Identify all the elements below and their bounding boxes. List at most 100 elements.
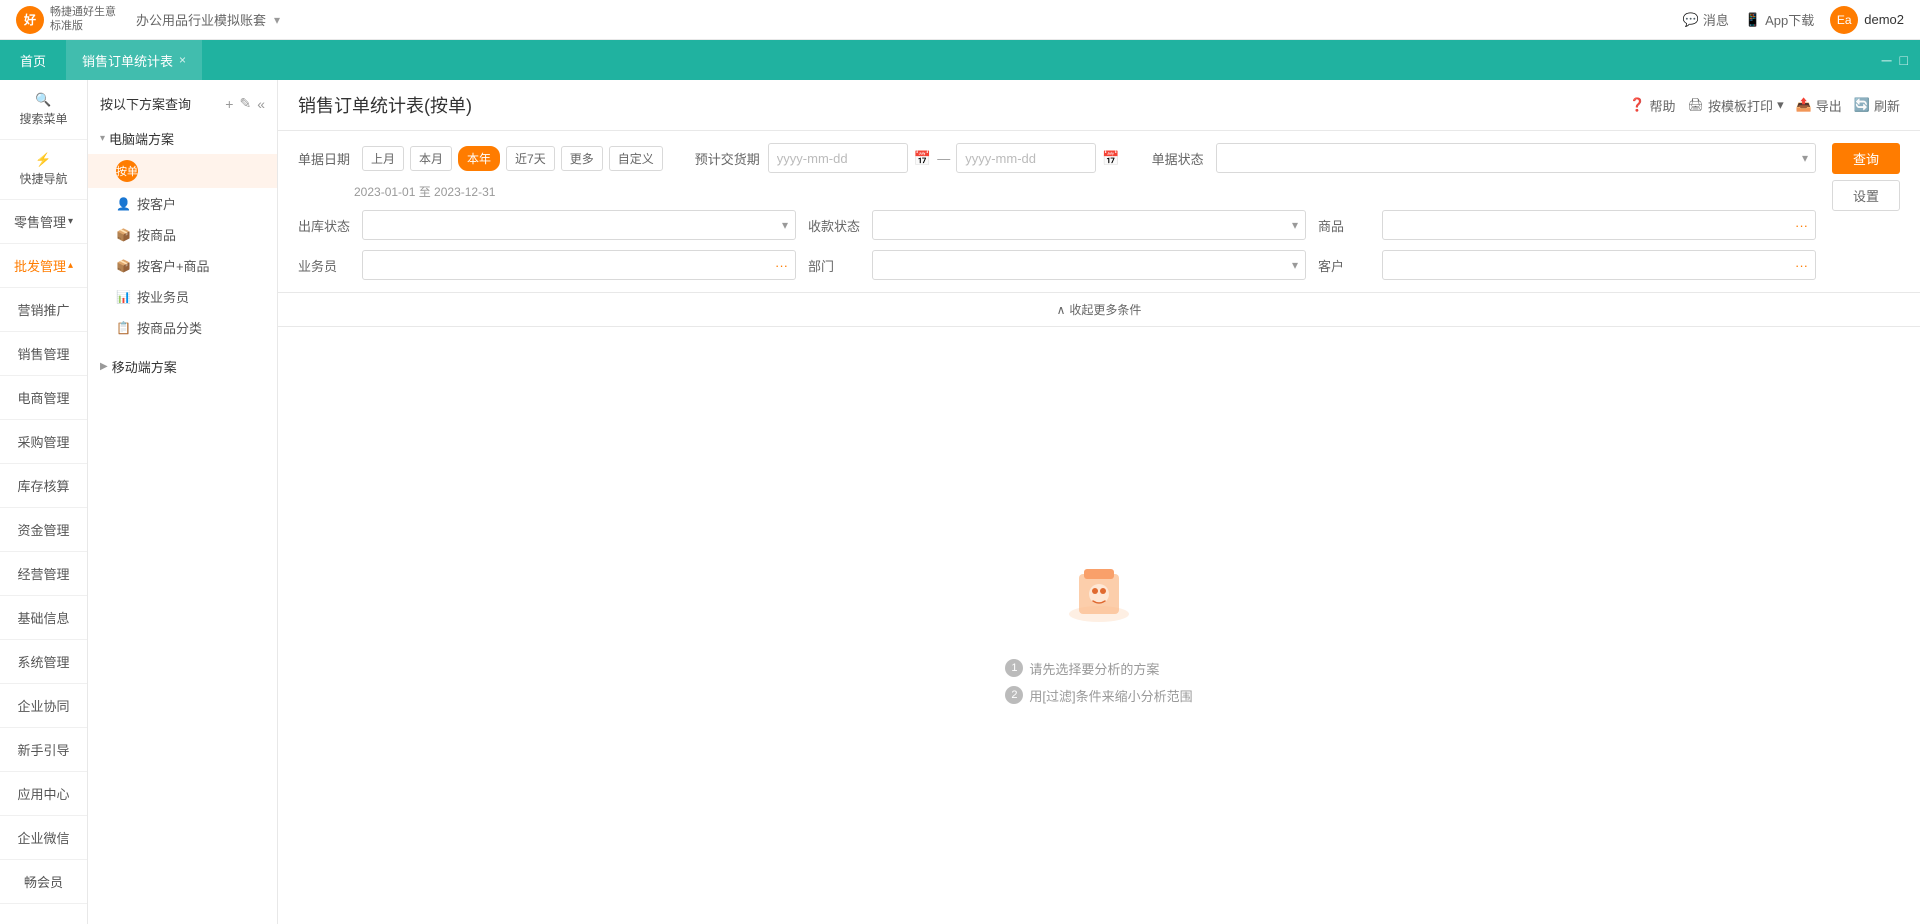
tree-child-by-customer-goods[interactable]: 📦 按客户+商品 — [88, 250, 277, 281]
sidebar-item-member[interactable]: 畅会员 — [0, 860, 87, 904]
status-select[interactable] — [1216, 143, 1816, 173]
goods-ellipsis[interactable]: ··· — [1795, 218, 1808, 233]
page-header: 销售订单统计表(按单) ❓ 帮助 🖨 按模板打印 ▾ 📤 导出 — [278, 80, 1920, 131]
tree-child-by-goods[interactable]: 📦 按商品 — [88, 219, 277, 250]
expected-date-start[interactable] — [768, 143, 908, 173]
date-start-icon: 📅 — [914, 150, 931, 167]
sidebar-item-enterprise-wechat[interactable]: 企业微信 — [0, 816, 87, 860]
sidebar-item-operations[interactable]: 经营管理 — [0, 552, 87, 596]
sidebar-item-wholesale[interactable]: 批发管理 ▴ — [0, 244, 87, 288]
date-btn-custom[interactable]: 自定义 — [609, 146, 663, 171]
sidebar-item-basic-info[interactable]: 基础信息 — [0, 596, 87, 640]
sidebar-item-sales[interactable]: 销售管理 — [0, 332, 87, 376]
tree-parent-desktop[interactable]: ▾ 电脑端方案 — [88, 123, 277, 154]
refresh-icon: 🔄 — [1854, 97, 1870, 113]
sidebar-item-app-center[interactable]: 应用中心 — [0, 772, 87, 816]
staff-scheme-icon: 📊 — [116, 290, 131, 304]
subtitle-arrow[interactable]: ▾ — [274, 13, 280, 27]
sidebar-item-retail[interactable]: 零售管理 ▾ — [0, 200, 87, 244]
add-scheme-icon[interactable]: + — [225, 96, 233, 112]
sidebar-item-finance[interactable]: 资金管理 — [0, 508, 87, 552]
collapse-bar[interactable]: ∧ 收起更多条件 — [278, 293, 1920, 327]
tabbar: 首页 销售订单统计表 × ─ □ — [0, 40, 1920, 80]
tab-home[interactable]: 首页 — [0, 40, 66, 80]
staff-input[interactable] — [362, 250, 796, 280]
staff-ellipsis[interactable]: ··· — [775, 258, 788, 273]
print-button[interactable]: 🖨 按模板打印 ▾ — [1688, 96, 1784, 115]
left-panel-actions: + ✎ « — [225, 95, 265, 112]
receipt-select[interactable] — [872, 210, 1306, 240]
empty-step-2: 2 用[过滤]条件来缩小分析范围 — [1005, 686, 1192, 705]
collapse-panel-icon[interactable]: « — [257, 96, 265, 112]
filter-row-3: 业务员 ··· 部门 — [298, 250, 1816, 280]
expected-date-label: 预计交货期 — [695, 149, 760, 168]
settings-button[interactable]: 设置 — [1832, 180, 1900, 211]
date-btn-more[interactable]: 更多 — [561, 146, 603, 171]
dept-select-wrap — [872, 250, 1306, 280]
delivery-select[interactable] — [362, 210, 796, 240]
tree-child-by-category[interactable]: 📋 按商品分类 — [88, 312, 277, 343]
tree-child-by-staff[interactable]: 📊 按业务员 — [88, 281, 277, 312]
sidebar-item-ecommerce[interactable]: 电商管理 — [0, 376, 87, 420]
sidebar-item-system[interactable]: 系统管理 — [0, 640, 87, 684]
action-buttons: 查询 设置 — [1832, 143, 1900, 211]
empty-illustration — [1049, 539, 1149, 639]
filter-row-2: 出库状态 收款状态 — [298, 210, 1816, 240]
refresh-button[interactable]: 🔄 刷新 — [1854, 96, 1900, 115]
empty-steps-list: 1 请先选择要分析的方案 2 用[过滤]条件来缩小分析范围 — [1005, 659, 1192, 713]
expected-date-end[interactable] — [956, 143, 1096, 173]
date-btn-this-month[interactable]: 本月 — [410, 146, 452, 171]
goods-input[interactable] — [1382, 210, 1816, 240]
help-button[interactable]: ❓ 帮助 — [1629, 96, 1675, 115]
date-filter-group: 单据日期 上月 本月 本年 近7天 更多 自定义 — [298, 146, 663, 171]
tree-child-by-order[interactable]: 按单 — [88, 154, 277, 188]
sidebar-item-search[interactable]: 🔍 搜索菜单 — [0, 80, 87, 140]
sidebar-item-marketing[interactable]: 营销推广 — [0, 288, 87, 332]
tree-section-mobile: ▶ 移动端方案 — [88, 347, 277, 386]
date-range-hint: 2023-01-01 至 2023-12-31 — [298, 183, 1816, 200]
empty-state: 1 请先选择要分析的方案 2 用[过滤]条件来缩小分析范围 — [278, 327, 1920, 924]
user-info[interactable]: Ea demo2 — [1830, 6, 1904, 34]
delivery-label: 出库状态 — [298, 216, 354, 235]
staff-label: 业务员 — [298, 256, 354, 275]
tree-child-by-customer[interactable]: 👤 按客户 — [88, 188, 277, 219]
tree-parent-mobile[interactable]: ▶ 移动端方案 — [88, 351, 277, 382]
topbar-right: 💬 消息 📱 App下载 Ea demo2 — [1683, 6, 1904, 34]
tree-arrow-mobile: ▶ — [100, 361, 108, 372]
message-button[interactable]: 💬 消息 — [1683, 10, 1729, 29]
app-download-button[interactable]: 📱 App下载 — [1745, 10, 1814, 29]
maximize-icon[interactable]: □ — [1900, 52, 1908, 68]
collapse-chevron-icon: ∧ — [1057, 303, 1066, 317]
tree-parent-label-mobile: 移动端方案 — [112, 357, 177, 376]
date-btn-this-year[interactable]: 本年 — [458, 146, 500, 171]
customer-filter: 客户 ··· — [1318, 250, 1816, 280]
sidebar-item-inventory[interactable]: 库存核算 — [0, 464, 87, 508]
tab-sales-order[interactable]: 销售订单统计表 × — [66, 40, 202, 80]
customer-label: 客户 — [1318, 256, 1374, 275]
date-range-text: 2023-01-01 至 2023-12-31 — [354, 185, 495, 199]
customer-ellipsis[interactable]: ··· — [1795, 258, 1808, 273]
content-area: 按以下方案查询 + ✎ « ▾ 电脑端方案 按单 👤 按客户 — [88, 80, 1920, 924]
query-button[interactable]: 查询 — [1832, 143, 1900, 174]
minimize-icon[interactable]: ─ — [1882, 52, 1892, 68]
export-button[interactable]: 📤 导出 — [1796, 96, 1842, 115]
date-btn-7days[interactable]: 近7天 — [506, 146, 555, 171]
sidebar-item-quick-nav[interactable]: ⚡ 快捷导航 — [0, 140, 87, 200]
sidebar-item-enterprise-collab[interactable]: 企业协同 — [0, 684, 87, 728]
export-icon: 📤 — [1796, 97, 1812, 113]
page-subtitle: 办公用品行业模拟账套 — [136, 10, 266, 29]
sidebar-item-newbie[interactable]: 新手引导 — [0, 728, 87, 772]
logo: 好 畅捷通好生意 标准版 — [16, 6, 116, 34]
sidebar-item-purchase[interactable]: 采购管理 — [0, 420, 87, 464]
dept-select[interactable] — [872, 250, 1306, 280]
edit-scheme-icon[interactable]: ✎ — [239, 95, 251, 112]
tab-close-icon[interactable]: × — [179, 53, 186, 67]
main-layout: 🔍 搜索菜单 ⚡ 快捷导航 零售管理 ▾ 批发管理 ▴ 营销推广 销售管理 电商… — [0, 80, 1920, 924]
page-header-actions: ❓ 帮助 🖨 按模板打印 ▾ 📤 导出 🔄 刷新 — [1629, 96, 1900, 115]
username: demo2 — [1864, 12, 1904, 27]
collapse-bar-label: ∧ 收起更多条件 — [1057, 301, 1142, 318]
customer-input[interactable] — [1382, 250, 1816, 280]
expected-date-group: 预计交货期 📅 — 📅 — [695, 143, 1120, 173]
topbar: 好 畅捷通好生意 标准版 办公用品行业模拟账套 ▾ 💬 消息 📱 App下载 E… — [0, 0, 1920, 40]
date-btn-last-month[interactable]: 上月 — [362, 146, 404, 171]
